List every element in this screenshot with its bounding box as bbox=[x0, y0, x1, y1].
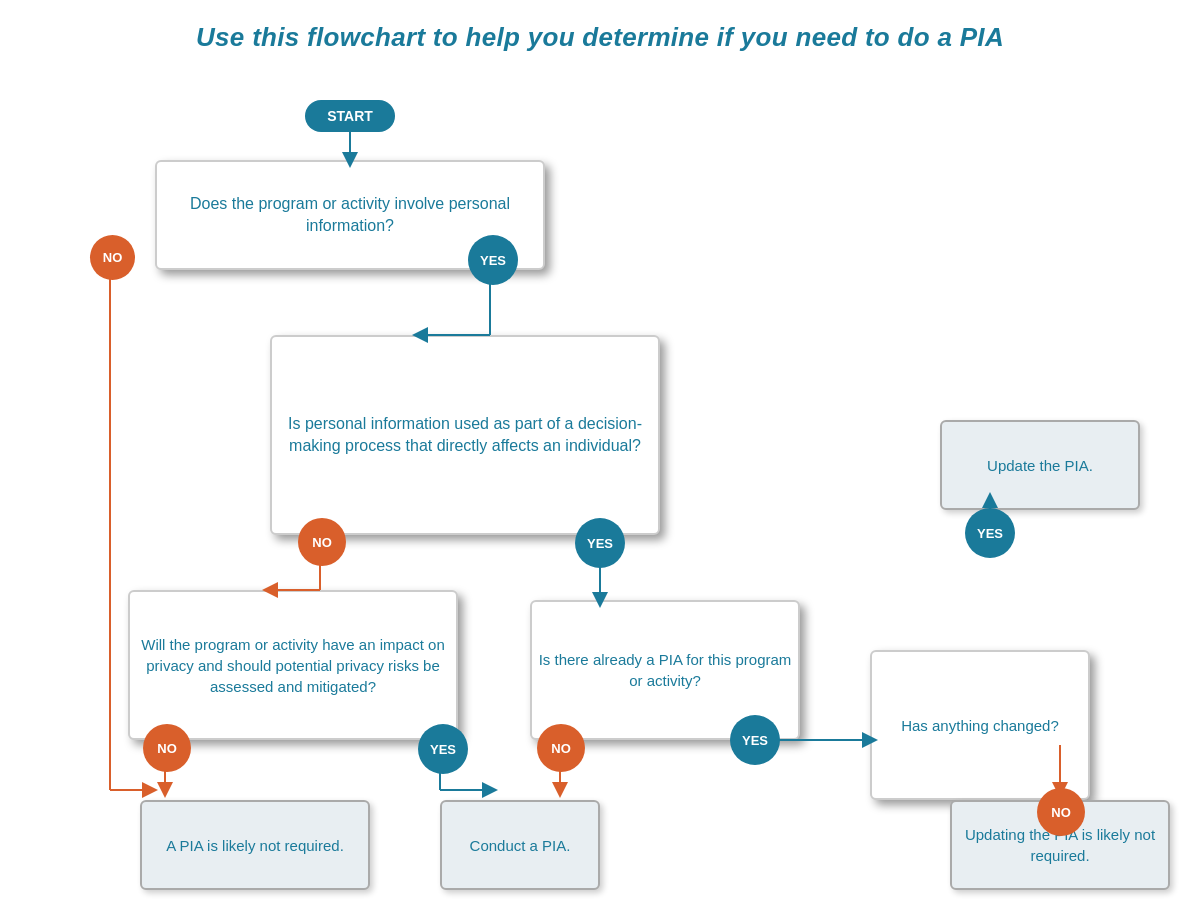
q1-yes-badge: YES bbox=[468, 235, 518, 285]
q1-no-badge: NO bbox=[90, 235, 135, 280]
q5-yes-badge: YES bbox=[965, 508, 1015, 558]
q3-yes-badge: YES bbox=[418, 724, 468, 774]
page-title: Use this flowchart to help you determine… bbox=[0, 0, 1200, 53]
q4-no-badge: NO bbox=[537, 724, 585, 772]
q2-no-badge: NO bbox=[298, 518, 346, 566]
q4-yes-badge: YES bbox=[730, 715, 780, 765]
flowchart-svg bbox=[0, 70, 1200, 920]
q5-no-badge: NO bbox=[1037, 788, 1085, 836]
page-container: Use this flowchart to help you determine… bbox=[0, 0, 1200, 922]
start-badge: START bbox=[305, 100, 395, 132]
q2-yes-badge: YES bbox=[575, 518, 625, 568]
flowchart-area: START Does the program or activity invol… bbox=[0, 70, 1200, 920]
q3-no-badge: NO bbox=[143, 724, 191, 772]
